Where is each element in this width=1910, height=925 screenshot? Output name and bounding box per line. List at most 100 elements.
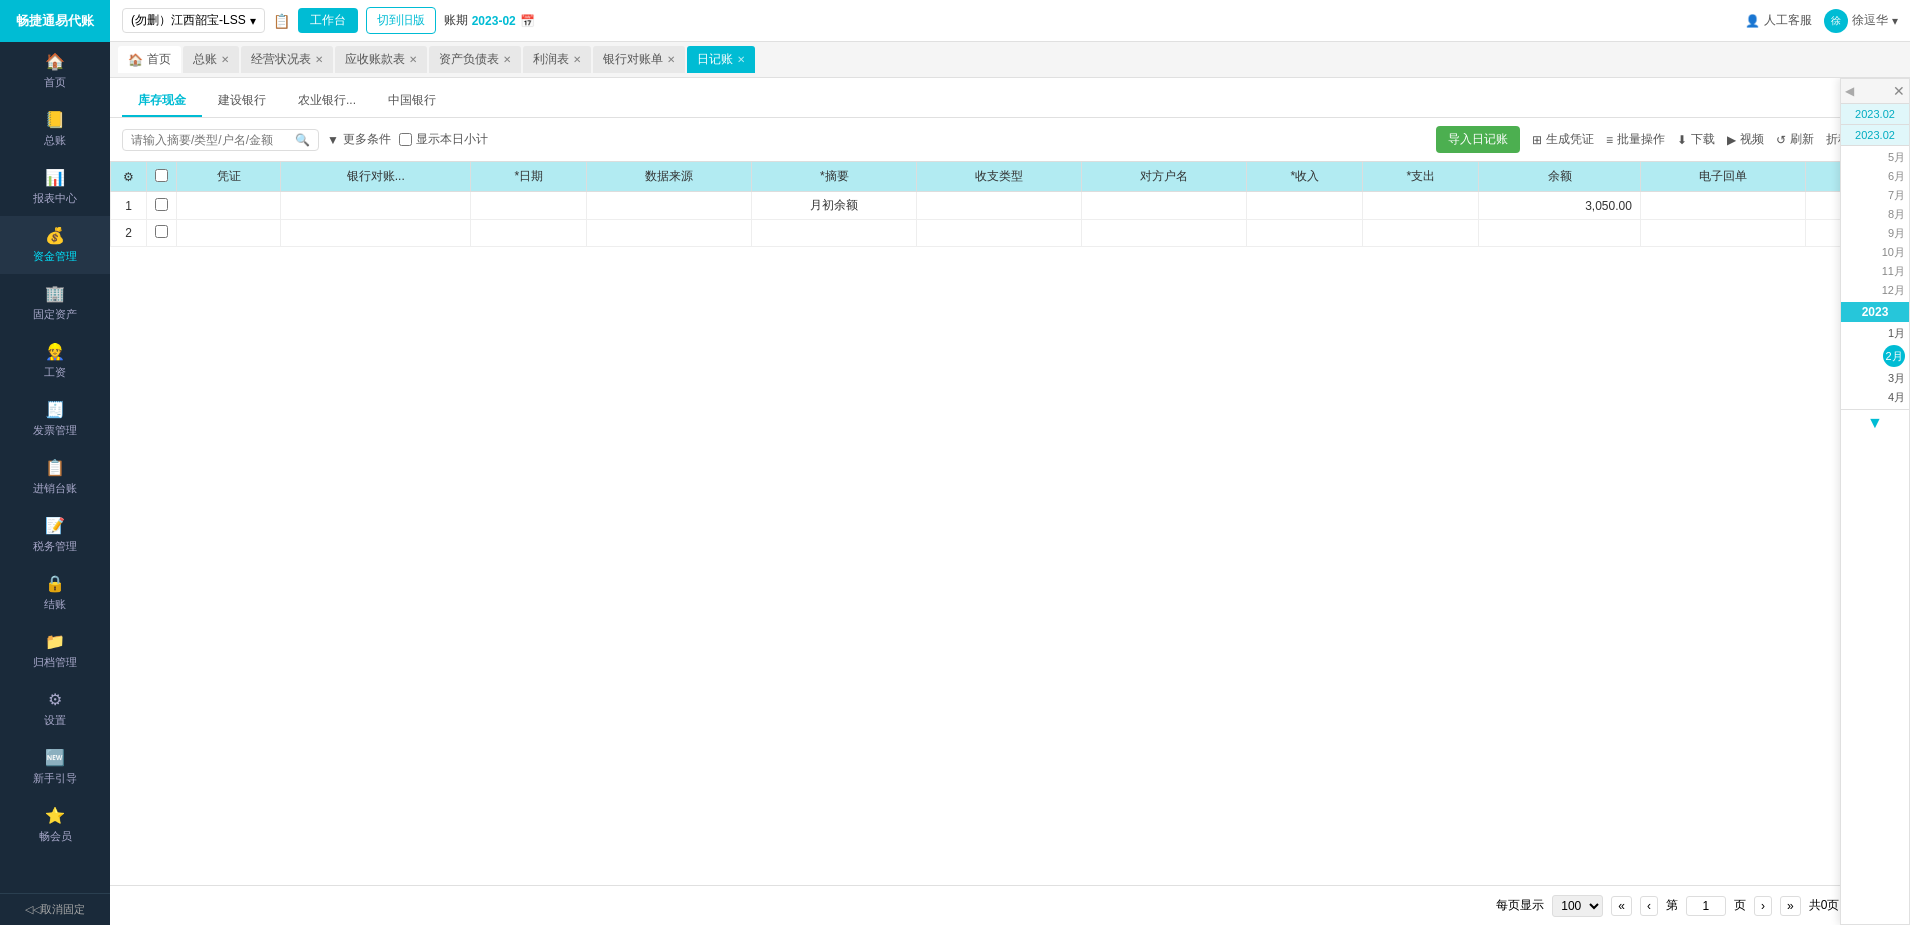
sub-tabbar: 库存现金 建设银行 农业银行... 中国银行 [110,78,1910,118]
col-summary: *摘要 [752,162,917,192]
batch-op-button[interactable]: ≡ 批量操作 [1606,131,1665,148]
row-pay-type [917,192,1082,220]
tab-close-status[interactable]: ✕ [315,54,323,65]
tab-general[interactable]: 总账 ✕ [183,46,239,73]
sidebar-item-funds[interactable]: 💰 资金管理 [0,216,110,274]
tab-status[interactable]: 经营状况表 ✕ [241,46,333,73]
workbench-button[interactable]: 工作台 [298,8,358,33]
row-checkbox[interactable] [155,225,168,238]
tab-close-journal[interactable]: ✕ [737,54,745,65]
month-1[interactable]: 1月 [1841,324,1909,343]
download-button[interactable]: ⬇ 下载 [1677,131,1715,148]
tab-close-bank[interactable]: ✕ [667,54,675,65]
month-2[interactable]: 2月 [1841,343,1909,369]
last-page-button[interactable]: » [1780,896,1801,916]
company-name: (勿删）江西韶宝-LSS [131,12,246,29]
tab-close-assets[interactable]: ✕ [503,54,511,65]
show-daily-checkbox[interactable]: 显示本日小计 [399,131,488,148]
table-wrap: ⚙ 凭证 银行对账... *日期 数据来源 *摘要 收支类型 对方户名 *收入 … [110,161,1910,885]
sidebar-item-general[interactable]: 📒 总账 [0,100,110,158]
sidebar-item-salary[interactable]: 👷 工资 [0,332,110,390]
support-link[interactable]: 👤 人工客服 [1745,12,1812,29]
per-page-select[interactable]: 100 50 200 [1552,895,1603,917]
home-icon: 🏠 [45,52,65,71]
col-settings[interactable]: ⚙ [111,162,147,192]
tab-journal[interactable]: 日记账 ✕ [687,46,755,73]
table-row: 1 月初余额 3,050.00 [111,192,1910,220]
sidebar-item-member[interactable]: ⭐ 畅会员 [0,796,110,854]
refresh-icon: ↺ [1776,133,1786,147]
select-all-checkbox[interactable] [155,169,168,182]
tabbar: 🏠 首页 总账 ✕ 经营状况表 ✕ 应收账款表 ✕ 资产负债表 ✕ 利润表 ✕ … [110,42,1910,78]
copy-icon[interactable]: 📋 [273,13,290,29]
filter-button[interactable]: ▼ 更多条件 [327,131,391,148]
sidebar-item-tax[interactable]: 📝 税务管理 [0,506,110,564]
page-input[interactable] [1686,896,1726,916]
search-input[interactable] [131,133,291,147]
sidebar-item-settings[interactable]: ⚙ 设置 [0,680,110,738]
row-check[interactable] [147,220,177,247]
row-income [1247,192,1363,220]
date-panel-down[interactable]: ▼ [1867,414,1883,431]
refresh-button[interactable]: ↺ 刷新 [1776,131,1814,148]
month-3[interactable]: 3月 [1841,369,1909,388]
first-page-button[interactable]: « [1611,896,1632,916]
table-row: 2 [111,220,1910,247]
row-counterparty [1082,192,1247,220]
sidebar-item-sales[interactable]: 📋 进销台账 [0,448,110,506]
tab-profit[interactable]: 利润表 ✕ [523,46,591,73]
sub-tab-ccb[interactable]: 建设银行 [202,86,282,117]
row-voucher [177,220,281,247]
sidebar-item-archive[interactable]: 📁 归档管理 [0,622,110,680]
next-page-button[interactable]: › [1754,896,1772,916]
page-of-label: 页 [1734,897,1746,914]
old-version-button[interactable]: 切到旧版 [366,7,436,34]
closing-icon: 🔒 [45,574,65,593]
sub-tab-cash[interactable]: 库存现金 [122,86,202,117]
tab-assets[interactable]: 资产负债表 ✕ [429,46,521,73]
month-4[interactable]: 4月 [1841,388,1909,407]
date-panel-prev[interactable]: ◀ [1845,84,1854,98]
tab-receivable[interactable]: 应收账款表 ✕ [335,46,427,73]
user-menu[interactable]: 徐 徐逗华 ▾ [1824,9,1898,33]
company-selector[interactable]: (勿删）江西韶宝-LSS ▾ [122,8,265,33]
date-panel-close[interactable]: ✕ [1893,83,1905,99]
col-pay-type: 收支类型 [917,162,1082,192]
reports-icon: 📊 [45,168,65,187]
row-check[interactable] [147,192,177,220]
col-electronic: 电子回单 [1640,162,1805,192]
sidebar-item-guide[interactable]: 🆕 新手引导 [0,738,110,796]
sidebar-item-invoice[interactable]: 🧾 发票管理 [0,390,110,448]
page-label: 第 [1666,897,1678,914]
unpin-button[interactable]: ◁◁ 取消固定 [0,893,110,925]
search-box[interactable]: 🔍 [122,129,319,151]
calendar-icon[interactable]: 📅 [520,14,535,28]
video-button[interactable]: ▶ 视频 [1727,131,1764,148]
tab-close-profit[interactable]: ✕ [573,54,581,65]
sub-tab-abc[interactable]: 农业银行... [282,86,372,117]
home-tab-icon: 🏠 [128,53,143,67]
tab-close-general[interactable]: ✕ [221,54,229,65]
tab-bank[interactable]: 银行对账单 ✕ [593,46,685,73]
row-checkbox[interactable] [155,198,168,211]
sub-tab-boc[interactable]: 中国银行 [372,86,452,117]
tab-close-receivable[interactable]: ✕ [409,54,417,65]
date-row-1[interactable]: 2023.02 [1855,108,1895,120]
chevron-down-icon: ▾ [1892,14,1898,28]
prev-page-button[interactable]: ‹ [1640,896,1658,916]
year-2023-label[interactable]: 2023 [1841,302,1909,322]
sidebar-item-assets[interactable]: 🏢 固定资产 [0,274,110,332]
period-label: 账期 [444,12,468,29]
show-daily-check[interactable] [399,133,412,146]
sidebar-item-reports[interactable]: 📊 报表中心 [0,158,110,216]
sidebar-item-closing[interactable]: 🔒 结账 [0,564,110,622]
import-button[interactable]: 导入日记账 [1436,126,1520,153]
tab-home[interactable]: 🏠 首页 [118,46,181,73]
date-row-2[interactable]: 2023.02 [1855,129,1895,141]
col-check[interactable] [147,162,177,192]
sidebar-item-home[interactable]: 🏠 首页 [0,42,110,100]
row-date [471,220,587,247]
col-counterparty: 对方户名 [1082,162,1247,192]
generate-voucher-button[interactable]: ⊞ 生成凭证 [1532,131,1594,148]
row-settings: 2 [111,220,147,247]
